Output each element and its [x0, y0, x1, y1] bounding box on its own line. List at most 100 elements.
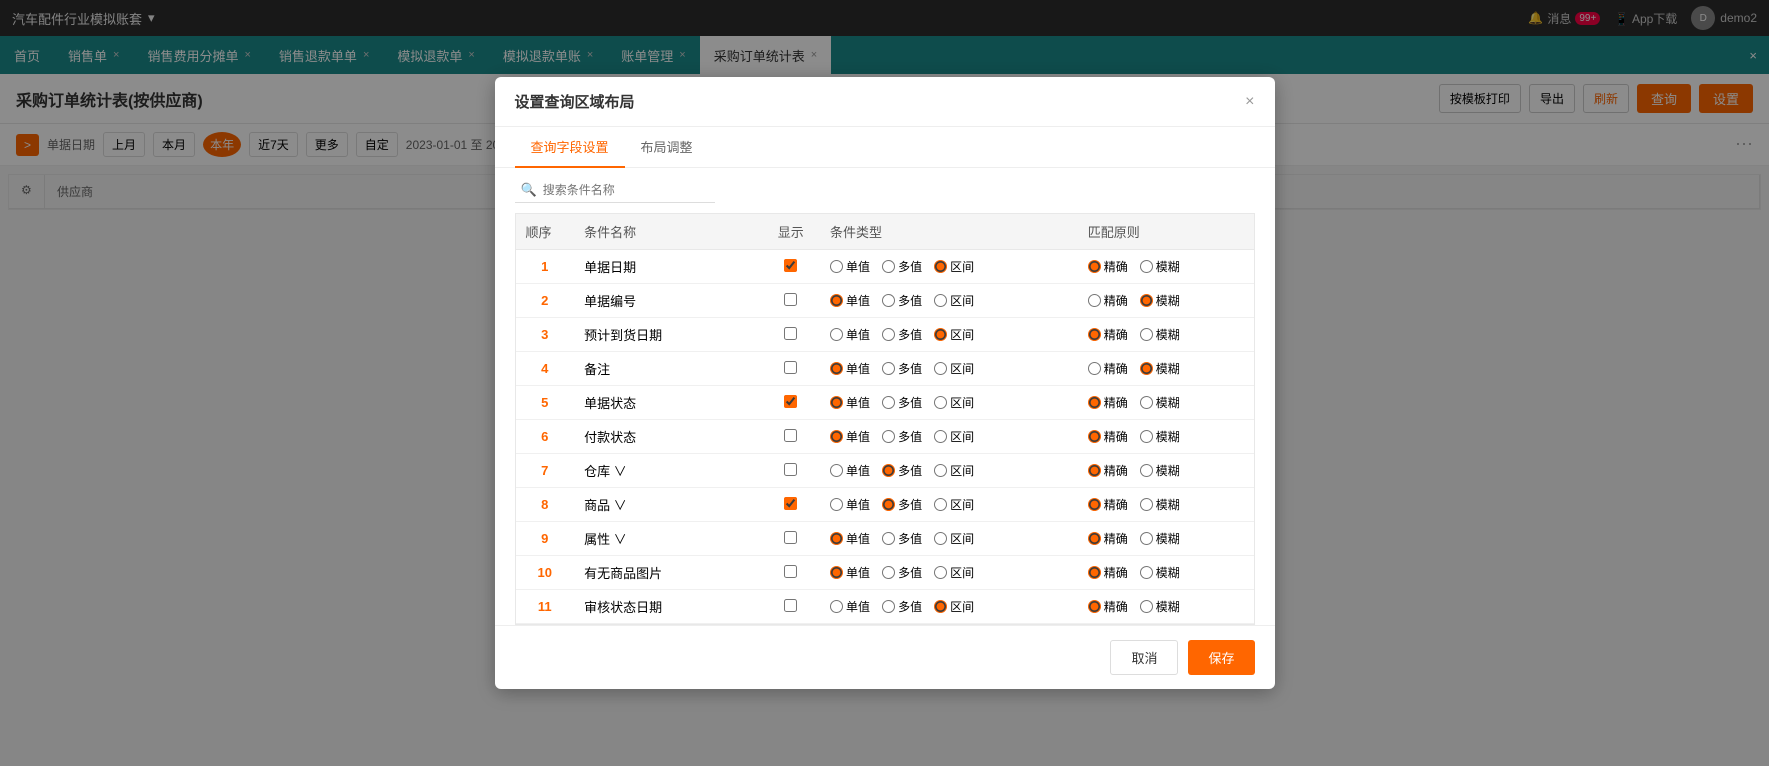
condition-type-option[interactable]: 区间 [934, 530, 974, 547]
th-name: 条件名称 [574, 214, 761, 250]
condition-type-option[interactable]: 多值 [882, 530, 922, 547]
match-type-option[interactable]: 精确 [1088, 564, 1128, 581]
row-display-checkbox[interactable] [761, 454, 820, 488]
row-condition-types: 单值多值区间 [820, 522, 1078, 556]
cancel-button[interactable]: 取消 [1110, 640, 1178, 675]
display-checkbox[interactable] [784, 395, 797, 408]
display-checkbox[interactable] [784, 565, 797, 578]
th-match-rule: 匹配原则 [1078, 214, 1254, 250]
match-type-option[interactable]: 精确 [1088, 428, 1128, 445]
match-type-option[interactable]: 精确 [1088, 496, 1128, 513]
row-display-checkbox[interactable] [761, 556, 820, 590]
row-condition-name: 有无商品图片 [574, 556, 761, 590]
match-type-option[interactable]: 精确 [1088, 462, 1128, 479]
modal-tab-query-fields[interactable]: 查询字段设置 [515, 127, 625, 168]
condition-type-option[interactable]: 区间 [934, 564, 974, 581]
match-type-option[interactable]: 精确 [1088, 598, 1128, 615]
condition-type-option[interactable]: 多值 [882, 258, 922, 275]
condition-type-option[interactable]: 单值 [830, 258, 870, 275]
condition-type-option[interactable]: 多值 [882, 394, 922, 411]
match-type-option[interactable]: 模糊 [1140, 598, 1180, 615]
display-checkbox[interactable] [784, 429, 797, 442]
row-display-checkbox[interactable] [761, 522, 820, 556]
condition-type-option[interactable]: 区间 [934, 292, 974, 309]
condition-type-option[interactable]: 单值 [830, 598, 870, 615]
condition-type-option[interactable]: 区间 [934, 428, 974, 445]
row-condition-name: 付款状态 [574, 420, 761, 454]
row-display-checkbox[interactable] [761, 352, 820, 386]
row-display-checkbox[interactable] [761, 590, 820, 624]
match-type-option[interactable]: 模糊 [1140, 326, 1180, 343]
condition-type-option[interactable]: 区间 [934, 462, 974, 479]
condition-type-option[interactable]: 单值 [830, 530, 870, 547]
match-type-option[interactable]: 精确 [1088, 530, 1128, 547]
condition-type-option[interactable]: 区间 [934, 326, 974, 343]
modal-dialog: 设置查询区域布局 × 查询字段设置 布局调整 🔍 顺序 条件名称 显示 [495, 77, 1275, 689]
row-condition-name: 单据日期 [574, 250, 761, 284]
display-checkbox[interactable] [784, 259, 797, 272]
condition-type-option[interactable]: 多值 [882, 564, 922, 581]
condition-type-option[interactable]: 单值 [830, 462, 870, 479]
match-type-option[interactable]: 模糊 [1140, 360, 1180, 377]
condition-type-option[interactable]: 多值 [882, 326, 922, 343]
match-type-option[interactable]: 模糊 [1140, 292, 1180, 309]
condition-type-option[interactable]: 多值 [882, 360, 922, 377]
match-type-option[interactable]: 精确 [1088, 326, 1128, 343]
row-order: 3 [516, 318, 575, 352]
row-display-checkbox[interactable] [761, 488, 820, 522]
match-type-option[interactable]: 精确 [1088, 394, 1128, 411]
row-match-types: 精确模糊 [1078, 352, 1254, 386]
row-display-checkbox[interactable] [761, 386, 820, 420]
match-type-option[interactable]: 模糊 [1140, 496, 1180, 513]
save-button[interactable]: 保存 [1188, 640, 1254, 675]
modal-tab-layout[interactable]: 布局调整 [625, 127, 709, 168]
row-match-types: 精确模糊 [1078, 454, 1254, 488]
row-display-checkbox[interactable] [761, 284, 820, 318]
condition-type-option[interactable]: 多值 [882, 292, 922, 309]
condition-type-option[interactable]: 单值 [830, 394, 870, 411]
condition-type-option[interactable]: 多值 [882, 428, 922, 445]
condition-type-option[interactable]: 单值 [830, 496, 870, 513]
condition-type-option[interactable]: 区间 [934, 598, 974, 615]
display-checkbox[interactable] [784, 599, 797, 612]
modal-title: 设置查询区域布局 [515, 91, 635, 112]
condition-type-option[interactable]: 区间 [934, 258, 974, 275]
condition-type-option[interactable]: 单值 [830, 292, 870, 309]
display-checkbox[interactable] [784, 531, 797, 544]
table-row: 9属性 ∨单值多值区间精确模糊 [516, 522, 1254, 556]
display-checkbox[interactable] [784, 463, 797, 476]
modal-header: 设置查询区域布局 × [495, 77, 1275, 127]
match-type-option[interactable]: 精确 [1088, 292, 1128, 309]
condition-type-option[interactable]: 多值 [882, 598, 922, 615]
match-type-option[interactable]: 精确 [1088, 360, 1128, 377]
display-checkbox[interactable] [784, 497, 797, 510]
display-checkbox[interactable] [784, 293, 797, 306]
modal-close-button[interactable]: × [1245, 93, 1254, 111]
search-input[interactable] [543, 183, 703, 197]
row-display-checkbox[interactable] [761, 318, 820, 352]
display-checkbox[interactable] [784, 327, 797, 340]
condition-type-option[interactable]: 多值 [882, 496, 922, 513]
condition-type-option[interactable]: 单值 [830, 564, 870, 581]
condition-type-option[interactable]: 区间 [934, 360, 974, 377]
condition-type-option[interactable]: 多值 [882, 462, 922, 479]
condition-type-option[interactable]: 单值 [830, 360, 870, 377]
row-display-checkbox[interactable] [761, 420, 820, 454]
match-type-option[interactable]: 模糊 [1140, 564, 1180, 581]
display-checkbox[interactable] [784, 361, 797, 374]
row-match-types: 精确模糊 [1078, 488, 1254, 522]
match-type-option[interactable]: 模糊 [1140, 462, 1180, 479]
match-type-option[interactable]: 模糊 [1140, 258, 1180, 275]
condition-type-option[interactable]: 单值 [830, 428, 870, 445]
table-row: 8商品 ∨单值多值区间精确模糊 [516, 488, 1254, 522]
match-type-option[interactable]: 精确 [1088, 258, 1128, 275]
match-type-option[interactable]: 模糊 [1140, 394, 1180, 411]
row-match-types: 精确模糊 [1078, 420, 1254, 454]
row-condition-types: 单值多值区间 [820, 420, 1078, 454]
condition-type-option[interactable]: 单值 [830, 326, 870, 343]
match-type-option[interactable]: 模糊 [1140, 428, 1180, 445]
condition-type-option[interactable]: 区间 [934, 496, 974, 513]
match-type-option[interactable]: 模糊 [1140, 530, 1180, 547]
row-display-checkbox[interactable] [761, 250, 820, 284]
condition-type-option[interactable]: 区间 [934, 394, 974, 411]
